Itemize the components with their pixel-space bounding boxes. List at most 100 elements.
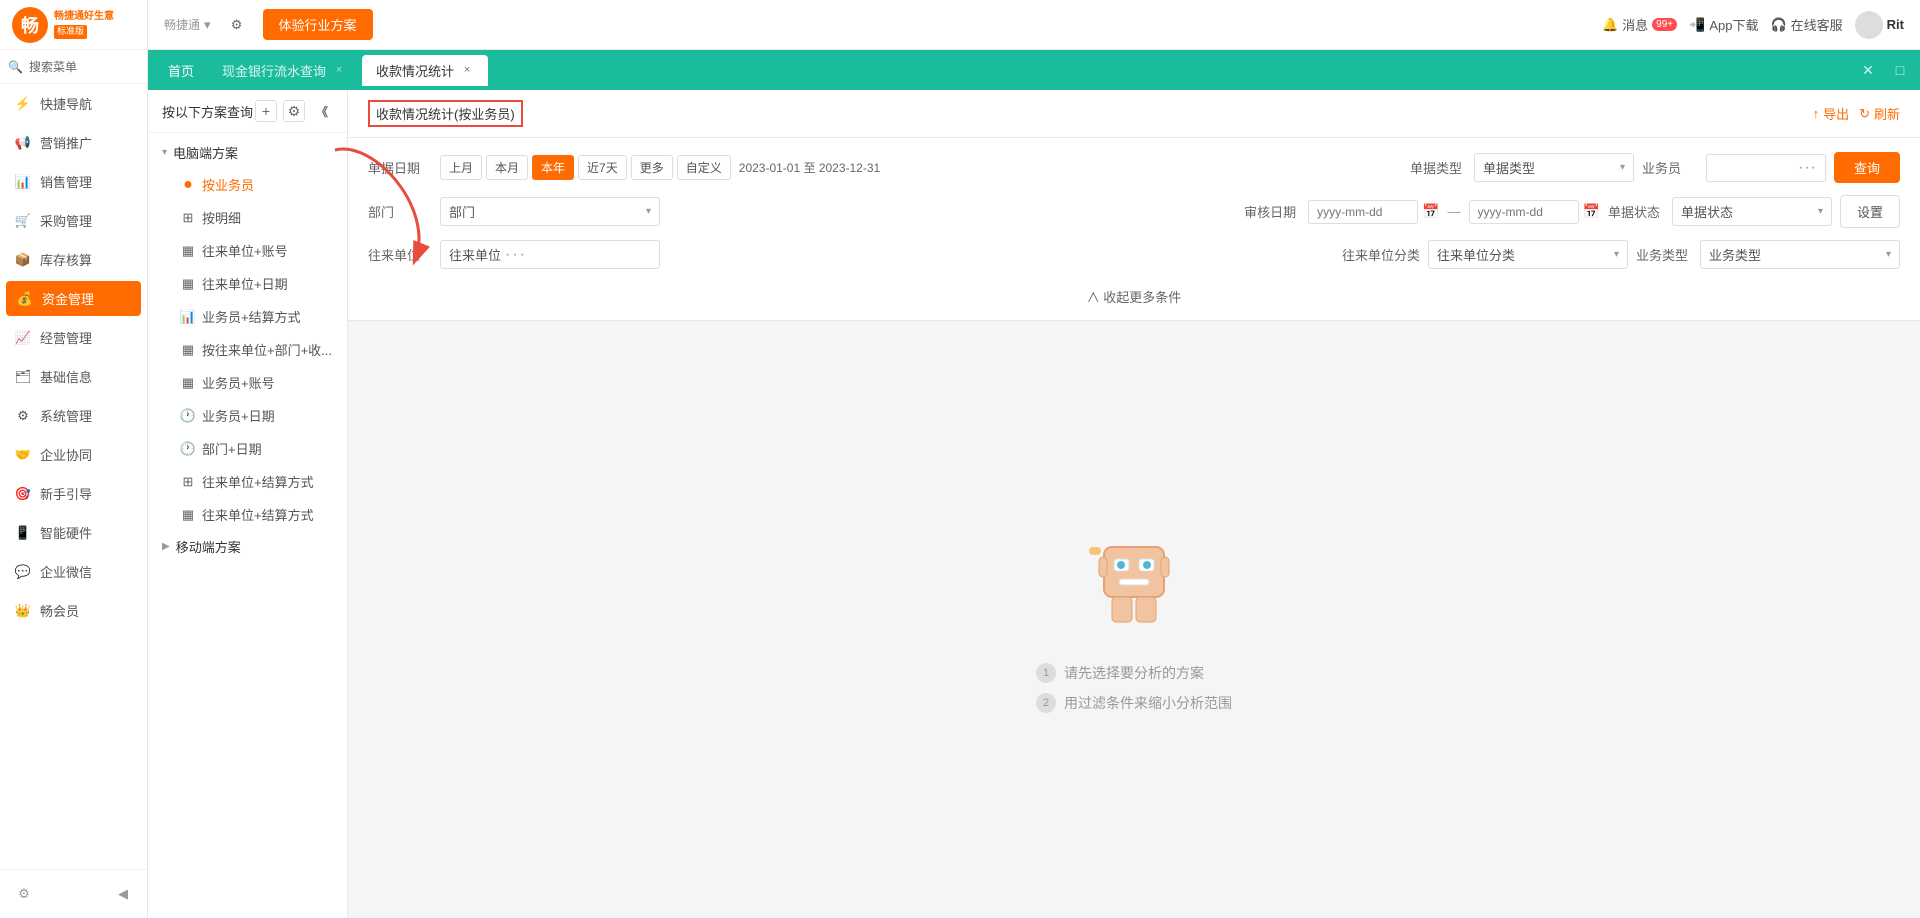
sidebar-item-system[interactable]: ⚙ 系统管理 bbox=[0, 396, 147, 435]
window-btns: ✕ □ bbox=[1856, 58, 1912, 82]
empty-step-2: 2 用过滤条件来缩小分析范围 bbox=[1036, 693, 1232, 713]
tree-item-partner-dept[interactable]: ▦ 按往来单位+部门+收... bbox=[148, 333, 347, 366]
refresh-btn[interactable]: ↻ 刷新 bbox=[1859, 104, 1900, 123]
sidebar-item-operation[interactable]: 📈 经营管理 bbox=[0, 318, 147, 357]
tree-group-mobile[interactable]: ▶ 移动端方案 bbox=[148, 531, 347, 562]
review-date-end-input[interactable]: 📅 bbox=[1469, 200, 1600, 224]
tree-item-by-sales[interactable]: ● 按业务员 bbox=[148, 168, 347, 201]
tree-item-partner-settlement2[interactable]: ▦ 往来单位+结算方式 bbox=[148, 498, 347, 531]
sidebar-item-inventory[interactable]: 📦 库存核算 bbox=[0, 240, 147, 279]
sidebar-item-sales[interactable]: 📊 销售管理 bbox=[0, 162, 147, 201]
table-icon-4: ▦ bbox=[180, 375, 196, 391]
settings-footer-btn[interactable]: ⚙ bbox=[10, 880, 38, 908]
window-maximize-btn[interactable]: □ bbox=[1888, 58, 1912, 82]
tree-item-partner-settlement1[interactable]: ⊞ 往来单位+结算方式 bbox=[148, 465, 347, 498]
calendar-end-icon: 📅 bbox=[1583, 203, 1600, 220]
collapse-sidebar-btn[interactable]: ◀ bbox=[109, 880, 137, 908]
toggle-desktop: ▾ bbox=[162, 147, 167, 158]
sidebar-search[interactable]: 🔍 搜索菜单 bbox=[0, 50, 147, 84]
window-close-btn[interactable]: ✕ bbox=[1856, 58, 1880, 82]
doc-status-select[interactable]: 单据状态 ▾ bbox=[1672, 197, 1832, 226]
tree-item-sales-settlement[interactable]: 📊 业务员+结算方式 bbox=[148, 300, 347, 333]
user-area[interactable]: Rit bbox=[1855, 11, 1904, 39]
enterprise-icon: 🤝 bbox=[14, 446, 32, 464]
tree-group-desktop[interactable]: ▾ 电脑端方案 bbox=[148, 137, 347, 168]
right-panel: 收款情况统计(按业务员) ↑ 导出 ↻ 刷新 单据日期 bbox=[348, 90, 1920, 918]
grid-icon-1: ⊞ bbox=[180, 210, 196, 226]
date-btn-last-month[interactable]: 上月 bbox=[440, 155, 482, 180]
tree-item-by-detail[interactable]: ⊞ 按明细 bbox=[148, 201, 347, 234]
sidebar-item-marketing[interactable]: 📢 营销推广 bbox=[0, 123, 147, 162]
review-date-end-field[interactable] bbox=[1469, 200, 1579, 224]
sidebar-item-quick[interactable]: ⚡ 快捷导航 bbox=[0, 84, 147, 123]
notification-btn[interactable]: 🔔 消息 99+ bbox=[1602, 15, 1677, 34]
business-type-select[interactable]: 业务类型 ▾ bbox=[1700, 240, 1900, 269]
date-btn-this-month[interactable]: 本月 bbox=[486, 155, 528, 180]
doc-status-label: 单据状态 bbox=[1608, 202, 1664, 221]
tab-collection-close[interactable]: × bbox=[460, 63, 474, 77]
sidebar-item-enterprise[interactable]: 🤝 企业协同 bbox=[0, 435, 147, 474]
tab-collection[interactable]: 收款情况统计 × bbox=[362, 55, 488, 86]
query-btn[interactable]: 查询 bbox=[1834, 152, 1900, 183]
tree-item-dept-date[interactable]: 🕐 部门+日期 bbox=[148, 432, 347, 465]
tree-item-partner-account[interactable]: ▦ 往来单位+账号 bbox=[148, 234, 347, 267]
content-area: 按以下方案查询 + ⚙ 《 ▾ 电脑端方案 ● 按业务员 ⊞ bbox=[148, 90, 1920, 918]
user-avatar bbox=[1855, 11, 1883, 39]
download-icon: 📲 bbox=[1689, 17, 1705, 33]
sidebar-item-finance[interactable]: 💰 资金管理 bbox=[6, 281, 141, 316]
partner-more-btn[interactable]: ··· bbox=[505, 246, 527, 264]
date-btn-7days[interactable]: 近7天 bbox=[578, 155, 627, 180]
online-service-btn[interactable]: 🎧 在线客服 bbox=[1770, 15, 1842, 34]
date-btn-custom[interactable]: 自定义 bbox=[677, 155, 731, 180]
empty-steps: 1 请先选择要分析的方案 2 用过滤条件来缩小分析范围 bbox=[1036, 663, 1232, 713]
page-header-actions: ↑ 导出 ↻ 刷新 bbox=[1813, 104, 1900, 123]
sidebar-item-guide[interactable]: 🎯 新手引导 bbox=[0, 474, 147, 513]
business-type-arrow: ▾ bbox=[1886, 249, 1891, 260]
tab-bank-close[interactable]: × bbox=[332, 63, 346, 77]
export-btn[interactable]: ↑ 导出 bbox=[1813, 104, 1850, 123]
topbar-settings-icon[interactable]: ⚙ bbox=[223, 11, 251, 39]
sidebar-item-hardware[interactable]: 📱 智能硬件 bbox=[0, 513, 147, 552]
sidebar-item-member[interactable]: 👑 畅会员 bbox=[0, 591, 147, 630]
review-date-start-field[interactable] bbox=[1308, 200, 1418, 224]
sidebar-item-basic[interactable]: 🗂 基础信息 bbox=[0, 357, 147, 396]
clock-icon-2: 🕐 bbox=[180, 441, 196, 457]
tab-home[interactable]: 首页 bbox=[156, 55, 206, 86]
dept-label: 部门 bbox=[368, 202, 424, 221]
empty-state-area: 1 请先选择要分析的方案 2 用过滤条件来缩小分析范围 bbox=[348, 321, 1920, 918]
doc-type-label: 单据类型 bbox=[1410, 158, 1466, 177]
settings-scheme-btn[interactable]: ⚙ bbox=[283, 100, 305, 122]
partner-category-select[interactable]: 往来单位分类 ▾ bbox=[1428, 240, 1628, 269]
collapse-panel-btn[interactable]: 《 bbox=[311, 100, 333, 122]
salesperson-select[interactable]: ··· bbox=[1706, 154, 1826, 182]
sidebar-item-purchase[interactable]: 🛒 采购管理 bbox=[0, 201, 147, 240]
doc-type-select[interactable]: 单据类型 ▾ bbox=[1474, 153, 1634, 182]
search-icon: 🔍 bbox=[8, 60, 23, 74]
salesperson-more-icon: ··· bbox=[1798, 159, 1817, 177]
tree-item-partner-date[interactable]: ▦ 往来单位+日期 bbox=[148, 267, 347, 300]
tree-item-sales-account[interactable]: ▦ 业务员+账号 bbox=[148, 366, 347, 399]
bar-icon: 📊 bbox=[180, 309, 196, 325]
date-btn-this-year[interactable]: 本年 bbox=[532, 155, 574, 180]
demo-btn[interactable]: 体验行业方案 bbox=[263, 9, 373, 40]
finance-icon: 💰 bbox=[16, 290, 34, 308]
dept-arrow: ▾ bbox=[646, 206, 651, 217]
tab-bank[interactable]: 现金银行流水查询 × bbox=[208, 55, 360, 86]
review-date-start-input[interactable]: 📅 bbox=[1308, 200, 1439, 224]
dept-select[interactable]: 部门 ▾ bbox=[440, 197, 660, 226]
add-scheme-btn[interactable]: + bbox=[255, 100, 277, 122]
refresh-icon: ↻ bbox=[1859, 106, 1870, 122]
app-download-btn[interactable]: 📲 App下载 bbox=[1689, 15, 1758, 34]
date-btn-more[interactable]: 更多 bbox=[631, 155, 673, 180]
partner-select[interactable]: 往来单位 ··· bbox=[440, 240, 660, 269]
doc-type-placeholder: 单据类型 bbox=[1483, 158, 1535, 177]
filter-row-3: 往来单位 往来单位 ··· 往来单位分类 往来单位分类 ▾ 业务类型 业务类 bbox=[368, 240, 1900, 269]
settings-btn[interactable]: 设置 bbox=[1840, 195, 1900, 228]
left-panel: 按以下方案查询 + ⚙ 《 ▾ 电脑端方案 ● 按业务员 ⊞ bbox=[148, 90, 348, 918]
collapse-more-btn[interactable]: ∧ 收起更多条件 bbox=[1087, 287, 1182, 306]
logo-text: 畅捷通好生意 标准版 bbox=[54, 10, 114, 39]
sidebar-item-wechat[interactable]: 💬 企业微信 bbox=[0, 552, 147, 591]
breadcrumb-text: 畅捷通 bbox=[164, 16, 200, 33]
operation-icon: 📈 bbox=[14, 329, 32, 347]
tree-item-sales-date[interactable]: 🕐 业务员+日期 bbox=[148, 399, 347, 432]
